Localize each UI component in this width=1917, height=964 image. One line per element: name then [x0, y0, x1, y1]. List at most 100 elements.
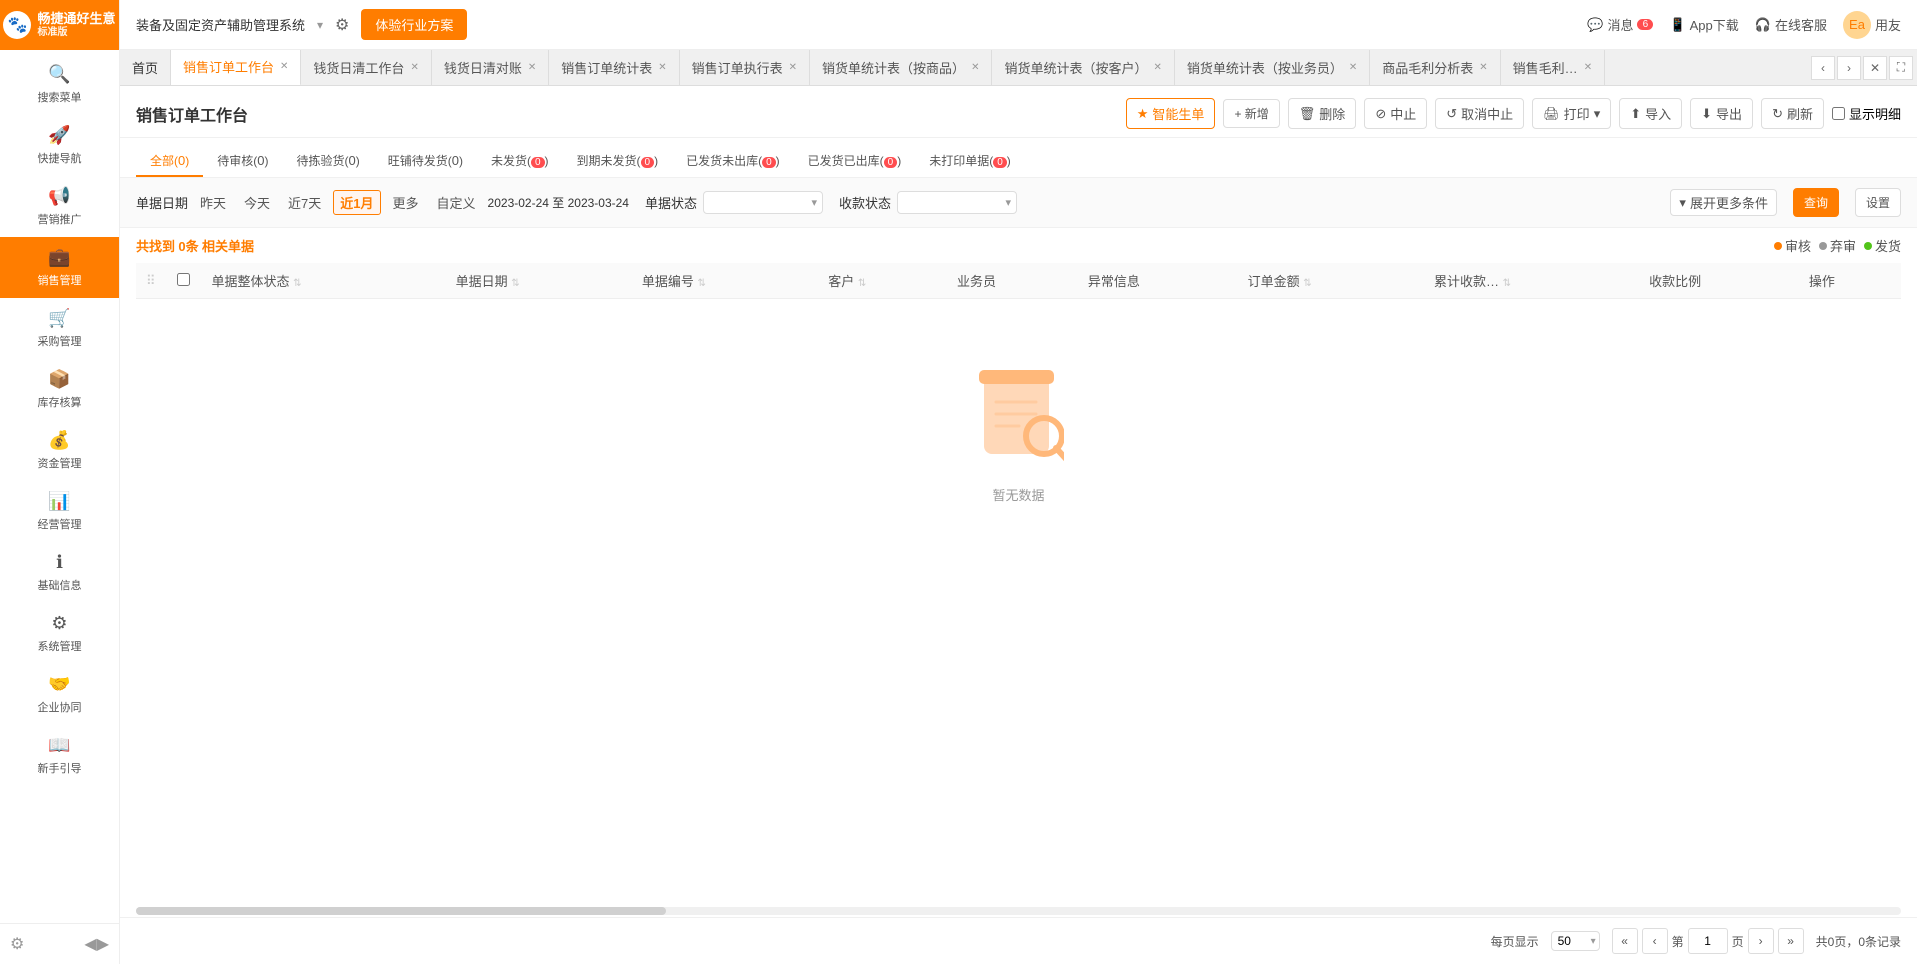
sidebar-item-10[interactable]: 🤝 企业协同 [0, 664, 119, 725]
collapse-icon[interactable]: ◀▶ [84, 934, 109, 954]
payment-select[interactable] [897, 191, 1017, 214]
table-check-all-col[interactable] [166, 263, 202, 299]
import-btn[interactable]: ⬆ 导入 [1619, 98, 1682, 129]
tab-6[interactable]: 销货单统计表（按商品）✕ [810, 50, 992, 86]
sub-tab-6[interactable]: 已发货未出库(0) [672, 146, 794, 177]
tab-close-6[interactable]: ✕ [971, 62, 979, 73]
tab-close-7[interactable]: ✕ [1153, 62, 1161, 73]
message-item[interactable]: 💬 消息 6 [1587, 15, 1653, 34]
expand-btn[interactable]: ▾ 展开更多条件 [1670, 189, 1777, 216]
page-input[interactable]: 1 [1688, 928, 1728, 954]
query-btn[interactable]: 查询 [1793, 188, 1839, 217]
smart-btn[interactable]: ★ 智能生单 [1126, 98, 1216, 129]
tabs-scroll-right[interactable]: › [1837, 56, 1861, 80]
tab-3[interactable]: 钱货日清对账✕ [432, 50, 549, 86]
sub-tab-2[interactable]: 待拣验货(0) [282, 146, 373, 177]
tabs-close-all[interactable]: ✕ [1863, 56, 1887, 80]
sub-tab-0[interactable]: 全部(0) [136, 146, 203, 177]
date-option-更多[interactable]: 更多 [387, 191, 425, 214]
page-prev-btn[interactable]: ‹ [1642, 928, 1668, 954]
export-btn[interactable]: ⬇ 导出 [1690, 98, 1753, 129]
sidebar-item-6[interactable]: 💰 资金管理 [0, 420, 119, 481]
tabs-maximize[interactable]: ⛶ [1889, 56, 1913, 80]
print-arrow-icon: ▾ [1594, 106, 1601, 122]
stop-btn[interactable]: ⊘ 中止 [1364, 98, 1427, 129]
sidebar-item-1[interactable]: 🚀 快捷导航 [0, 115, 119, 176]
tab-close-8[interactable]: ✕ [1349, 62, 1357, 73]
topbar-settings-icon[interactable]: ⚙ [335, 15, 349, 35]
tab-7[interactable]: 销货单统计表（按客户）✕ [992, 50, 1174, 86]
tab-1[interactable]: 销售订单工作台✕ [171, 50, 301, 86]
tab-close-9[interactable]: ✕ [1479, 62, 1487, 73]
industry-btn[interactable]: 体验行业方案 [361, 9, 467, 40]
show-detail-checkbox[interactable] [1832, 107, 1845, 120]
per-page-select[interactable]: 50 10 20 100 [1551, 931, 1600, 951]
tab-2[interactable]: 钱货日清工作台✕ [301, 50, 431, 86]
sidebar-item-8[interactable]: ℹ 基础信息 [0, 542, 119, 603]
sub-tab-7[interactable]: 已发货已出库(0) [794, 146, 916, 177]
tabs-scroll-left[interactable]: ‹ [1811, 56, 1835, 80]
print-btn[interactable]: 🖨 打印 ▾ [1532, 98, 1611, 129]
tab-8[interactable]: 销货单统计表（按业务员）✕ [1175, 50, 1370, 86]
sort-icon-1[interactable]: ⇅ [511, 278, 519, 289]
date-option-近7天[interactable]: 近7天 [282, 191, 327, 214]
tab-9[interactable]: 商品毛利分析表✕ [1370, 50, 1500, 86]
settings-icon[interactable]: ⚙ [10, 934, 24, 954]
service-item[interactable]: 🎧 在线客服 [1755, 15, 1827, 34]
sort-icon-7[interactable]: ⇅ [1503, 278, 1511, 289]
system-title-arrow[interactable]: ▾ [317, 18, 323, 32]
cancel-stop-btn[interactable]: ↺ 取消中止 [1435, 98, 1524, 129]
sort-icon-2[interactable]: ⇅ [698, 278, 706, 289]
date-option-自定义[interactable]: 自定义 [431, 191, 482, 214]
page-first-btn[interactable]: « [1612, 928, 1638, 954]
tab-close-1[interactable]: ✕ [280, 61, 288, 72]
tab-5[interactable]: 销售订单执行表✕ [680, 50, 810, 86]
sub-tab-8[interactable]: 未打印单据(0) [915, 146, 1025, 177]
table-col-3: 客户 ⇅ [818, 263, 947, 299]
sidebar-item-11[interactable]: 📖 新手引导 [0, 725, 119, 786]
tab-close-4[interactable]: ✕ [658, 62, 666, 73]
tab-10[interactable]: 销售毛利…✕ [1501, 50, 1605, 86]
tab-close-2[interactable]: ✕ [410, 62, 418, 73]
ship-action-btn[interactable]: 发货 [1864, 236, 1901, 255]
page-last-btn[interactable]: » [1778, 928, 1804, 954]
delete-btn[interactable]: 🗑 删除 [1288, 98, 1357, 129]
sub-tab-1[interactable]: 待审核(0) [203, 146, 282, 177]
date-option-昨天[interactable]: 昨天 [194, 191, 232, 214]
sub-tab-5[interactable]: 到期未发货(0) [563, 146, 673, 177]
tab-0[interactable]: 首页 [120, 50, 171, 86]
sidebar-item-2[interactable]: 📢 营销推广 [0, 176, 119, 237]
refresh-btn[interactable]: ↻ 刷新 [1761, 98, 1824, 129]
cancel-audit-action-btn[interactable]: 弃审 [1819, 236, 1856, 255]
sub-tab-3[interactable]: 旺铺待发货(0) [374, 146, 477, 177]
sidebar-item-4[interactable]: 🛒 采购管理 [0, 298, 119, 359]
sidebar-label-8: 基础信息 [38, 577, 82, 593]
user-item[interactable]: Ea 用友 [1843, 11, 1901, 39]
page-next-btn[interactable]: › [1748, 928, 1774, 954]
sidebar-item-7[interactable]: 📊 经营管理 [0, 481, 119, 542]
scrollbar-thumb[interactable] [136, 907, 666, 915]
table-col-8: 收款比例 [1639, 263, 1799, 299]
status-select[interactable] [703, 191, 823, 214]
tab-close-3[interactable]: ✕ [528, 62, 536, 73]
date-option-近1月[interactable]: 近1月 [333, 190, 380, 215]
results-actions: 审核 弃审 发货 [1774, 236, 1901, 255]
sidebar-item-5[interactable]: 📦 库存核算 [0, 359, 119, 420]
sort-icon-3[interactable]: ⇅ [858, 278, 866, 289]
sidebar-item-9[interactable]: ⚙ 系统管理 [0, 603, 119, 664]
check-all[interactable] [177, 273, 190, 286]
sidebar-item-0[interactable]: 🔍 搜索菜单 [0, 54, 119, 115]
sub-tab-4[interactable]: 未发货(0) [477, 146, 563, 177]
tab-close-10[interactable]: ✕ [1584, 62, 1592, 73]
add-btn[interactable]: + 新增 [1223, 99, 1279, 128]
tab-4[interactable]: 销售订单统计表✕ [549, 50, 679, 86]
sort-icon-0[interactable]: ⇅ [293, 278, 301, 289]
sidebar-item-3[interactable]: 💼 销售管理 [0, 237, 119, 298]
audit-action-btn[interactable]: 审核 [1774, 236, 1811, 255]
filter-settings-btn[interactable]: 设置 [1855, 188, 1901, 217]
tab-close-5[interactable]: ✕ [789, 62, 797, 73]
show-detail-label[interactable]: 显示明细 [1832, 104, 1901, 123]
sort-icon-6[interactable]: ⇅ [1303, 278, 1311, 289]
date-option-今天[interactable]: 今天 [238, 191, 276, 214]
app-download-item[interactable]: 📱 App下载 [1669, 15, 1738, 34]
